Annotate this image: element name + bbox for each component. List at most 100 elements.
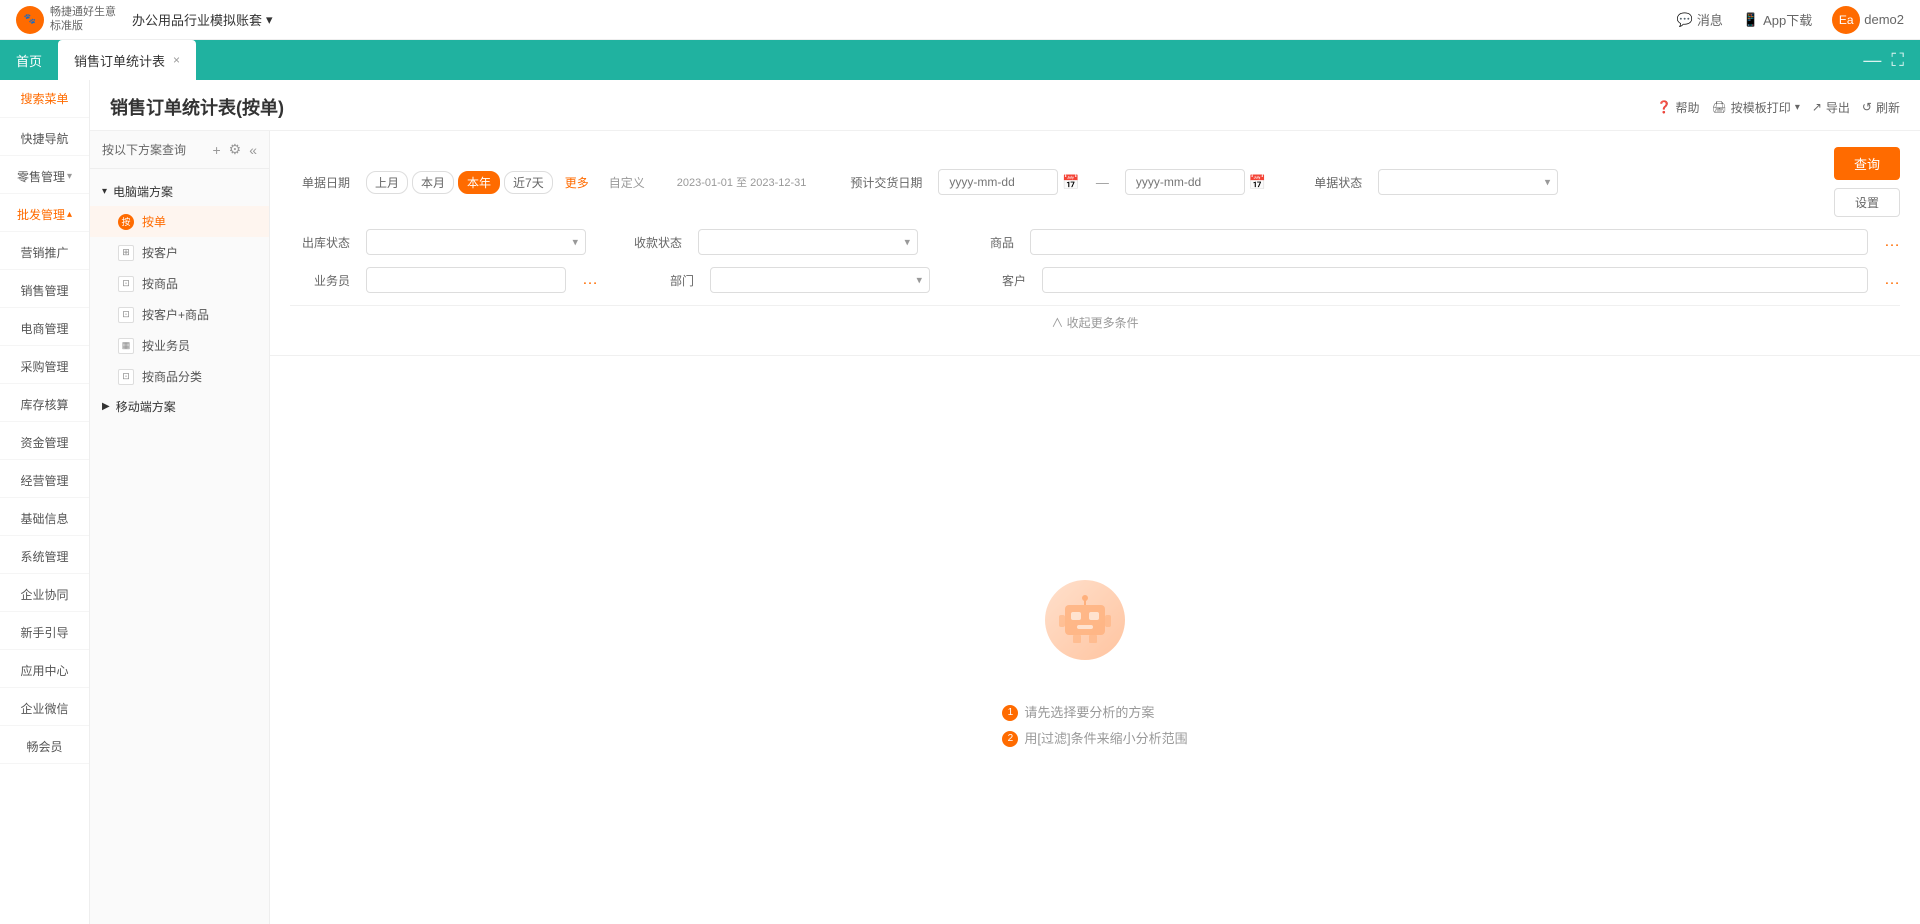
hint-num-1: 1 <box>1002 705 1018 721</box>
salesperson-more-button[interactable]: … <box>582 271 598 289</box>
sidebar-item-operations[interactable]: 经营管理 <box>0 460 89 498</box>
date-btn-last-month[interactable]: 上月 <box>366 171 408 194</box>
message-icon: 💬 <box>1677 12 1693 28</box>
sidebar-item-newbie[interactable]: 新手引导 <box>0 612 89 650</box>
scheme-item-by-salesperson[interactable]: ▦ 按业务员 <box>90 330 269 361</box>
sidebar-item-quick-nav[interactable]: 快捷导航 <box>0 118 89 156</box>
date-btn-this-month[interactable]: 本月 <box>412 171 454 194</box>
payment-status-select[interactable] <box>698 229 918 255</box>
date-label: 单据日期 <box>290 174 350 191</box>
app-logo-icon: 🐾 <box>16 6 44 34</box>
payment-status-wrapper <box>698 229 918 255</box>
tab-home[interactable]: 首页 <box>0 40 58 80</box>
ship-status-select[interactable] <box>366 229 586 255</box>
empty-icon-inner <box>1045 580 1125 660</box>
scheme-group-pc-header[interactable]: ▾ 电脑端方案 <box>90 177 269 206</box>
dept-select-wrapper <box>710 267 930 293</box>
sidebar: 搜索菜单 快捷导航 零售管理 ▾ 批发管理 ▴ 营销推广 销售管理 电商管理 采… <box>0 80 90 924</box>
scheme-item-by-product[interactable]: ⊡ 按商品 <box>90 268 269 299</box>
date-btn-this-year[interactable]: 本年 <box>458 171 500 194</box>
status-select[interactable] <box>1378 169 1558 195</box>
sidebar-item-finance[interactable]: 资金管理 <box>0 422 89 460</box>
scheme-settings-button[interactable]: ⚙ <box>229 141 242 158</box>
sidebar-item-apps[interactable]: 应用中心 <box>0 650 89 688</box>
sidebar-item-retail[interactable]: 零售管理 ▾ <box>0 156 89 194</box>
scheme-by-product-icon: ⊡ <box>118 276 134 292</box>
sidebar-item-system[interactable]: 系统管理 <box>0 536 89 574</box>
settings-button[interactable]: 设置 <box>1834 188 1900 217</box>
avatar: Ea <box>1832 6 1860 34</box>
sidebar-item-inventory[interactable]: 库存核算 <box>0 384 89 422</box>
nav-tabs: 首页 销售订单统计表 × — ⛶ <box>0 40 1920 80</box>
sidebar-item-member[interactable]: 畅会员 <box>0 726 89 764</box>
scheme-item-by-order[interactable]: 按 按单 <box>90 206 269 237</box>
date-btn-more[interactable]: 更多 <box>557 172 597 193</box>
scheme-item-by-category[interactable]: ⊡ 按商品分类 <box>90 361 269 392</box>
refresh-button[interactable]: ↺ 刷新 <box>1862 99 1900 116</box>
customer-more-button[interactable]: … <box>1884 271 1900 289</box>
message-button[interactable]: 💬 消息 <box>1677 10 1723 29</box>
sidebar-item-enterprise[interactable]: 企业协同 <box>0 574 89 612</box>
add-scheme-button[interactable]: + <box>212 142 220 158</box>
product-label: 商品 <box>954 234 1014 251</box>
help-icon: ❓ <box>1657 100 1672 114</box>
sidebar-item-purchase[interactable]: 采购管理 <box>0 346 89 384</box>
sidebar-item-wechat[interactable]: 企业微信 <box>0 688 89 726</box>
sidebar-item-search[interactable]: 搜索菜单 <box>0 80 89 118</box>
date-btn-last7days[interactable]: 近7天 <box>504 171 553 194</box>
expected-date-end-input[interactable] <box>1125 169 1245 195</box>
product-more-button[interactable]: … <box>1884 233 1900 251</box>
help-button[interactable]: ❓ 帮助 <box>1657 99 1700 116</box>
minimize-button[interactable]: — <box>1863 50 1881 71</box>
customer-input[interactable] <box>1042 267 1868 293</box>
calendar-start-icon[interactable]: 📅 <box>1062 174 1079 191</box>
salesperson-label: 业务员 <box>290 272 350 289</box>
empty-hint-2: 2 用[过滤]条件来缩小分析范围 <box>1002 726 1187 752</box>
company-selector[interactable]: 办公用品行业模拟账套 ▾ <box>132 10 273 29</box>
left-panel-header: 按以下方案查询 + ⚙ « <box>90 131 269 169</box>
refresh-icon: ↺ <box>1862 100 1872 114</box>
query-button[interactable]: 查询 <box>1834 147 1900 180</box>
scheme-group-mobile-header[interactable]: ▶ 移动端方案 <box>90 392 269 421</box>
scheme-by-order-icon: 按 <box>118 214 134 230</box>
hint-num-2: 2 <box>1002 731 1018 747</box>
collapse-bar[interactable]: ∧ 收起更多条件 <box>290 305 1900 339</box>
sidebar-item-wholesale[interactable]: 批发管理 ▴ <box>0 194 89 232</box>
logo-area: 🐾 畅捷通好生意 标准版 <box>16 6 116 34</box>
sidebar-item-ecommerce[interactable]: 电商管理 <box>0 308 89 346</box>
sidebar-item-basic[interactable]: 基础信息 <box>0 498 89 536</box>
sidebar-item-marketing[interactable]: 营销推广 <box>0 232 89 270</box>
date-dash: — <box>1096 175 1109 190</box>
dept-select[interactable] <box>710 267 930 293</box>
ship-status-label: 出库状态 <box>290 234 350 251</box>
close-tab-button[interactable]: × <box>173 53 180 67</box>
right-content: 单据日期 上月 本月 本年 近7天 更多 自定义 2023-01-01 至 20… <box>270 131 1920 924</box>
calendar-end-icon[interactable]: 📅 <box>1249 174 1266 191</box>
sidebar-item-sales[interactable]: 销售管理 <box>0 270 89 308</box>
scheme-by-customer-icon: ⊞ <box>118 245 134 261</box>
user-menu[interactable]: Ea demo2 <box>1832 6 1904 34</box>
scheme-item-by-customer-product[interactable]: ⊡ 按客户+商品 <box>90 299 269 330</box>
app-download-button[interactable]: 📱 App下载 <box>1743 10 1812 29</box>
filter-row-2: 出库状态 收款状态 商品 <box>290 229 1900 255</box>
expected-date-start-wrapper: 📅 <box>938 169 1079 195</box>
scheme-item-by-customer[interactable]: ⊞ 按客户 <box>90 237 269 268</box>
status-label: 单据状态 <box>1302 174 1362 191</box>
dept-label: 部门 <box>634 272 694 289</box>
export-button[interactable]: ↗ 导出 <box>1812 99 1850 116</box>
maximize-button[interactable]: ⛶ <box>1891 50 1904 71</box>
empty-state: 1 请先选择要分析的方案 2 用[过滤]条件来缩小分析范围 <box>270 356 1920 924</box>
filter-area: 单据日期 上月 本月 本年 近7天 更多 自定义 2023-01-01 至 20… <box>270 131 1920 356</box>
collapse-panel-button[interactable]: « <box>249 142 257 158</box>
page-title: 销售订单统计表(按单) <box>110 94 284 120</box>
scheme-by-category-icon: ⊡ <box>118 369 134 385</box>
product-input[interactable] <box>1030 229 1868 255</box>
salesperson-input[interactable] <box>366 267 566 293</box>
expected-date-start-input[interactable] <box>938 169 1058 195</box>
export-icon: ↗ <box>1812 100 1822 114</box>
left-panel-content: ▾ 电脑端方案 按 按单 ⊞ 按客户 ⊡ 按商 <box>90 169 269 429</box>
date-btn-custom[interactable]: 自定义 <box>601 172 653 193</box>
print-button[interactable]: 🖨 按模板打印 ▾ <box>1712 99 1800 116</box>
tab-sales-order-stats[interactable]: 销售订单统计表 × <box>58 40 196 80</box>
payment-status-label: 收款状态 <box>622 234 682 251</box>
